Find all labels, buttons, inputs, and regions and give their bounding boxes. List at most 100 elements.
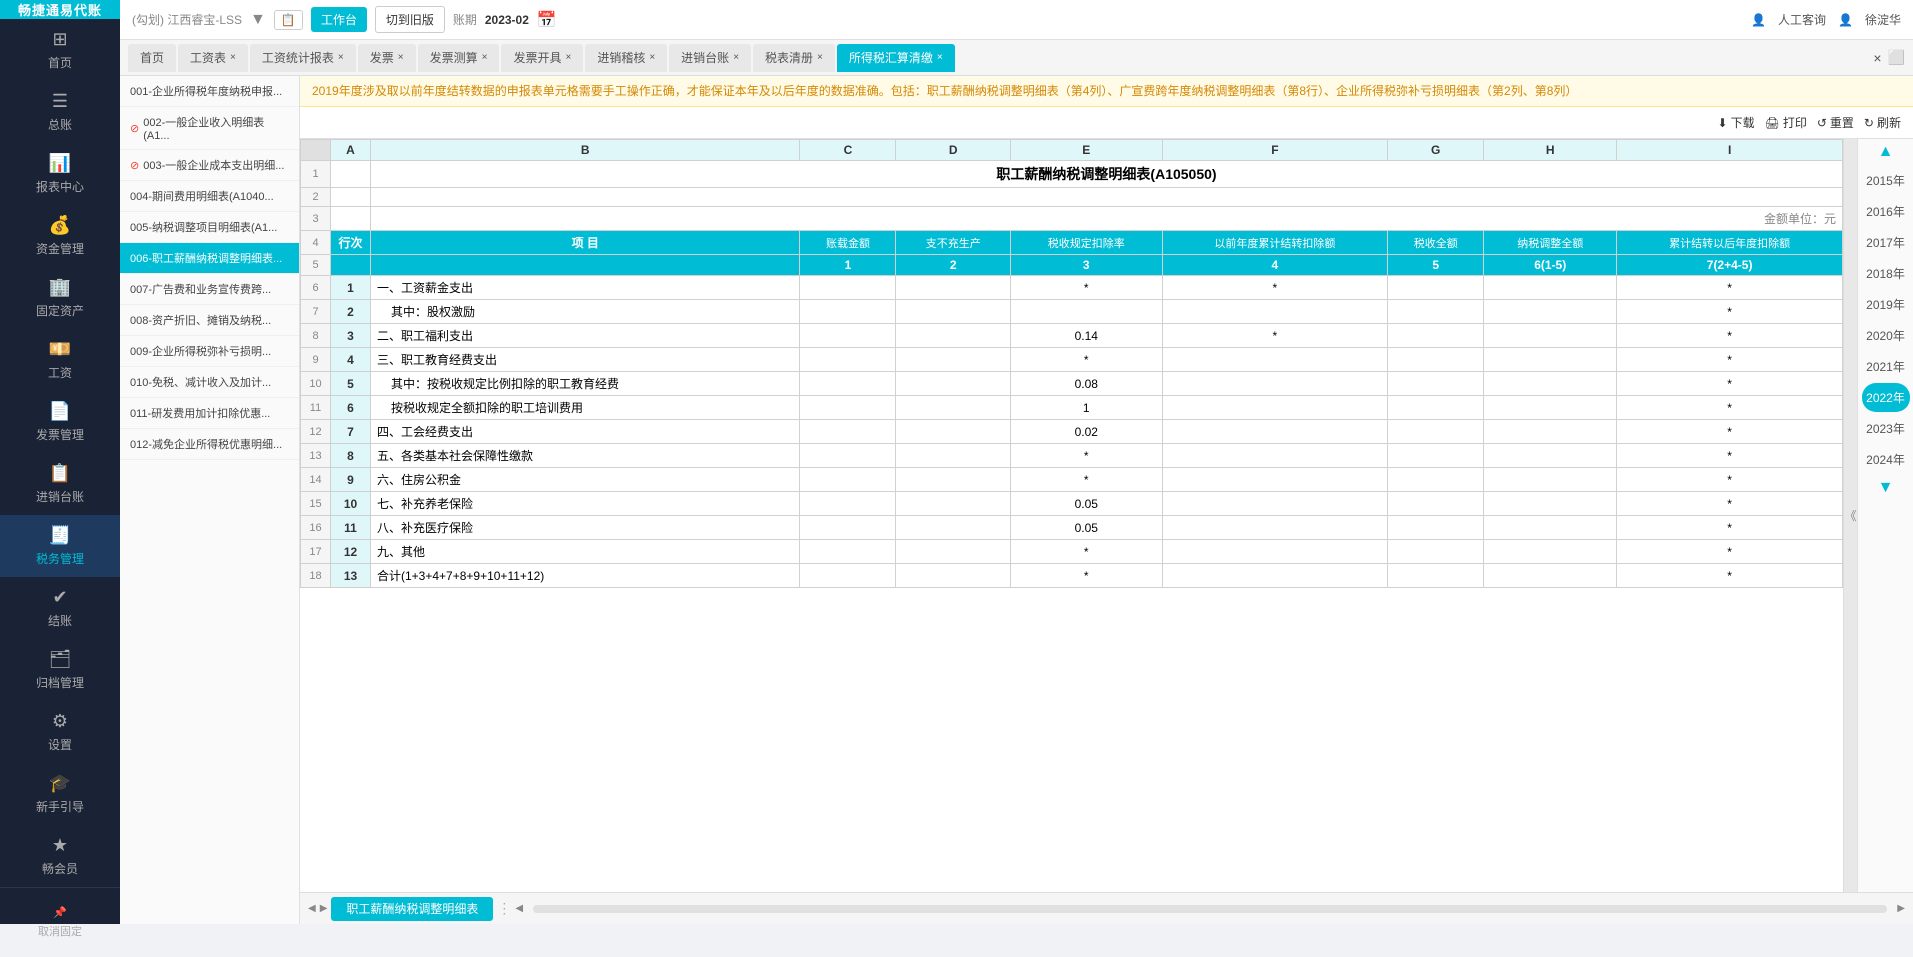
tab-invoice-calc-close[interactable]: × — [482, 52, 488, 63]
list-item-010[interactable]: 010-免税、减计收入及加计... — [120, 367, 299, 398]
list-item-007[interactable]: 007-广告费和业务宣传费跨... — [120, 274, 299, 305]
service-icon: 👤 — [1751, 13, 1766, 27]
tab-tax-table-close[interactable]: × — [817, 52, 823, 63]
sidebar-item-salary[interactable]: 💴 工资 — [0, 329, 120, 391]
sidebar-bottom: 📌 取消固定 — [0, 887, 120, 957]
year-2023[interactable]: 2023年 — [1862, 414, 1910, 443]
calendar-icon[interactable]: 📅 — [537, 10, 557, 30]
year-2022[interactable]: 2022年 — [1862, 383, 1910, 412]
tab-invoice-close[interactable]: × — [398, 52, 404, 63]
tab-purchase-check-close[interactable]: × — [649, 52, 655, 63]
data-row-9: 9 4 三、职工教育经费支出 * * — [301, 348, 1843, 372]
more-icon[interactable]: ⋮ — [497, 900, 511, 917]
data-row-14: 14 9 六、住房公积金 * * — [301, 468, 1843, 492]
tab-invoice-calc[interactable]: 发票测算× — [418, 44, 500, 72]
maximize-button[interactable]: ⬜ — [1888, 49, 1905, 66]
list-item-011[interactable]: 011-研发费用加计扣除优惠... — [120, 398, 299, 429]
topbar: (勾划) 江西睿宝-LSS ▼ 📋 工作台 切到旧版 账期 2023-02 📅 … — [120, 0, 1913, 40]
scrollbar-right[interactable]: ▶ — [1897, 903, 1905, 914]
sidebar-item-home[interactable]: ⊞ 首页 — [0, 19, 120, 81]
guide-icon: 🎓 — [49, 773, 71, 794]
tab-tax-settlement[interactable]: 所得税汇算清缴× — [837, 44, 955, 72]
sidebar-item-tax[interactable]: 🧾 税务管理 — [0, 515, 120, 577]
list-item-012[interactable]: 012-减免企业所得税优惠明细... — [120, 429, 299, 460]
year-2016[interactable]: 2016年 — [1862, 197, 1910, 226]
year-up-button[interactable]: ▲ — [1874, 139, 1898, 165]
horizontal-scrollbar[interactable] — [533, 905, 1887, 913]
list-item-003[interactable]: ⊘ 003-一般企业成本支出明细... — [120, 150, 299, 181]
sidebar-item-settings[interactable]: ⚙ 设置 — [0, 701, 120, 763]
data-row-12: 12 7 四、工会经费支出 0.02 * — [301, 420, 1843, 444]
list-item-002[interactable]: ⊘ 002-一般企业收入明细表(A1... — [120, 107, 299, 150]
col-header-rownum — [301, 140, 331, 161]
header-hangci: 行次 — [331, 231, 371, 255]
sidebar-item-assets[interactable]: 🏢 固定资产 — [0, 267, 120, 329]
tab-salary-report[interactable]: 工资统计报表× — [250, 44, 356, 72]
year-2021[interactable]: 2021年 — [1862, 352, 1910, 381]
sidebar-item-archive[interactable]: 🗂 归档管理 — [0, 639, 120, 701]
dropdown-icon[interactable]: ▼ — [250, 11, 266, 29]
print-button[interactable]: 🖨 打印 — [1765, 114, 1807, 131]
close-tabs-button[interactable]: × — [1873, 49, 1881, 66]
tab-invoice[interactable]: 发票× — [358, 44, 416, 72]
sidebar-item-invoice[interactable]: 📄 发票管理 — [0, 391, 120, 453]
period-label: 账期 — [453, 11, 477, 28]
sidebar-item-report[interactable]: 📊 报表中心 — [0, 143, 120, 205]
download-button[interactable]: ⬇ 下载 — [1718, 114, 1755, 131]
list-item-006[interactable]: 006-职工薪酬纳税调整明细表... — [120, 243, 299, 274]
sheet-nav-right[interactable]: ▶ — [320, 903, 328, 914]
sidebar-item-ledger[interactable]: ☰ 总账 — [0, 81, 120, 143]
sheet-tab-salary[interactable]: 职工薪酬纳税调整明细表 — [331, 897, 493, 921]
purchase-icon: 📋 — [49, 463, 71, 484]
tab-purchase-ledger[interactable]: 进销台账× — [669, 44, 751, 72]
user-label[interactable]: 徐淀华 — [1865, 11, 1901, 28]
year-2018[interactable]: 2018年 — [1862, 259, 1910, 288]
tab-home[interactable]: 首页 — [128, 44, 176, 72]
sidebar-item-purchase[interactable]: 📋 进销台账 — [0, 453, 120, 515]
tab-invoice-issue-close[interactable]: × — [565, 52, 571, 63]
year-2024[interactable]: 2024年 — [1862, 445, 1910, 474]
tabbar-actions: × ⬜ — [1873, 49, 1905, 66]
sidebar-item-capital[interactable]: 💰 资金管理 — [0, 205, 120, 267]
tab-tax-table[interactable]: 税表清册× — [753, 44, 835, 72]
scrollbar-left[interactable]: ◀ — [515, 903, 523, 914]
user-avatar: 👤 — [1838, 13, 1853, 27]
copy-period-button[interactable]: 📋 — [274, 10, 303, 30]
year-2020[interactable]: 2020年 — [1862, 321, 1910, 350]
tab-purchase-check[interactable]: 进销稽核× — [585, 44, 667, 72]
year-2019[interactable]: 2019年 — [1862, 290, 1910, 319]
col-number-row: 5 1 2 3 4 5 6(1-5) 7(2+4-5) — [301, 255, 1843, 276]
reset-button[interactable]: ↺ 重置 — [1817, 114, 1854, 131]
year-2015[interactable]: 2015年 — [1862, 166, 1910, 195]
sidebar-item-guide[interactable]: 🎓 新手引导 — [0, 763, 120, 825]
list-item-009[interactable]: 009-企业所得税弥补亏损明... — [120, 336, 299, 367]
tab-invoice-issue[interactable]: 发票开具× — [501, 44, 583, 72]
assets-icon: 🏢 — [49, 277, 71, 298]
sidebar-item-close[interactable]: ✔ 结账 — [0, 577, 120, 639]
sidebar-item-member[interactable]: ★ 畅会员 — [0, 825, 120, 887]
error-icon-003: ⊘ — [130, 159, 139, 172]
list-item-005[interactable]: 005-纳税调整项目明细表(A1... — [120, 212, 299, 243]
year-down-button[interactable]: ▼ — [1874, 475, 1898, 501]
year-2017[interactable]: 2017年 — [1862, 228, 1910, 257]
service-label[interactable]: 人工客询 — [1778, 11, 1826, 28]
list-item-004[interactable]: 004-期间费用明细表(A1040... — [120, 181, 299, 212]
table-wrapper[interactable]: A B C D E F G H I — [300, 139, 1843, 892]
list-item-001[interactable]: 001-企业所得税年度纳税申报... — [120, 76, 299, 107]
tab-salary-close[interactable]: × — [230, 52, 236, 63]
data-row-16: 16 11 八、补充医疗保险 0.05 * — [301, 516, 1843, 540]
tab-purchase-ledger-close[interactable]: × — [733, 52, 739, 63]
collapse-handle[interactable]: 《 — [1843, 139, 1857, 892]
tab-salary-report-close[interactable]: × — [338, 52, 344, 63]
switch-old-button[interactable]: 切到旧版 — [375, 6, 445, 33]
col-header-I: I — [1617, 140, 1843, 161]
sheet-nav-left[interactable]: ◀ — [308, 903, 316, 914]
workbench-button[interactable]: 工作台 — [311, 7, 367, 32]
tab-salary[interactable]: 工资表× — [178, 44, 248, 72]
header-col3: 税收规定扣除率 — [1010, 231, 1162, 255]
refresh-button[interactable]: ↻ 刷新 — [1864, 114, 1901, 131]
member-icon: ★ — [52, 835, 68, 856]
list-item-008[interactable]: 008-资产折旧、摊销及纳税... — [120, 305, 299, 336]
tab-tax-settlement-close[interactable]: × — [937, 52, 943, 63]
unpin-button[interactable]: 📌 取消固定 — [4, 896, 116, 949]
